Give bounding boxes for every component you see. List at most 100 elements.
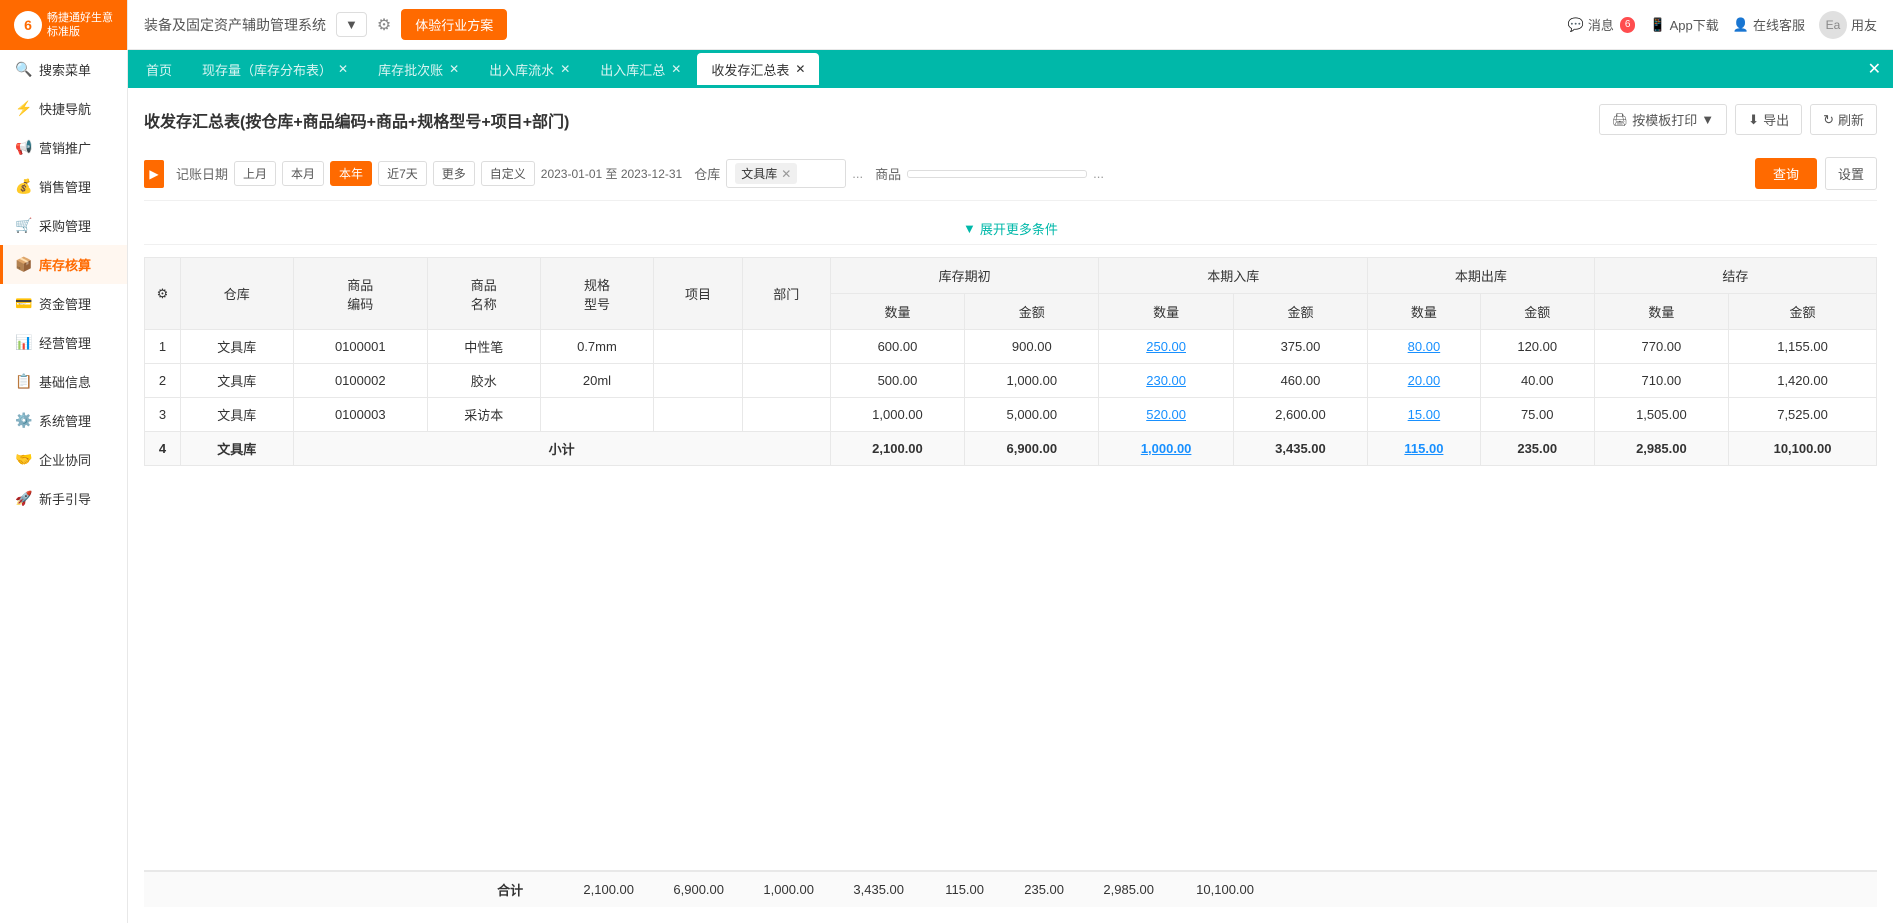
message-icon: 💬 (1568, 17, 1584, 33)
row-dept-0 (742, 330, 830, 364)
total-in-amt: 3,435.00 (824, 882, 904, 897)
row-warehouse-0: 文具库 (181, 330, 294, 364)
subtotal-no: 4 (145, 432, 181, 466)
app-download-action[interactable]: 📱 App下载 (1649, 15, 1718, 34)
in-qty-header: 数量 (1099, 294, 1233, 330)
sidebar-item-search[interactable]: 🔍搜索菜单 (0, 50, 127, 89)
row-dept-1 (742, 364, 830, 398)
tab-home[interactable]: 首页 (132, 53, 186, 85)
sidebar-item-system[interactable]: ⚙️系统管理 (0, 401, 127, 440)
message-action[interactable]: 💬 消息 6 (1568, 15, 1636, 34)
expand-more-btn[interactable]: ▼ 展开更多条件 (963, 219, 1058, 238)
main-area: 装备及固定资产辅助管理系统 ▼ ⚙ 体验行业方案 💬 消息 6 📱 App下载 … (128, 0, 1893, 923)
date-more[interactable]: 更多 (433, 161, 475, 186)
subtotal-close-amt: 10,100.00 (1729, 432, 1877, 466)
row-no-2: 3 (145, 398, 181, 432)
service-action[interactable]: 👤 在线客服 (1733, 15, 1805, 34)
row-in-amt-0: 375.00 (1233, 330, 1367, 364)
sidebar-item-enterprise[interactable]: 🤝企业协同 (0, 440, 127, 479)
operation-icon: 📊 (15, 334, 33, 351)
tab-bar-close[interactable]: ✕ (1860, 59, 1889, 79)
print-icon: 🖨 (1612, 112, 1629, 128)
row-dept-2 (742, 398, 830, 432)
tab-close-inout-flow[interactable]: ✕ (560, 62, 570, 76)
sidebar-item-label-search: 搜索菜单 (39, 60, 91, 79)
opening-amt-header: 金额 (965, 294, 1099, 330)
table-container: ⚙ 仓库 商品编码 商品名称 规格型号 项目 部门 库存期初 本期入库 本期出库… (144, 257, 1877, 858)
table-row: 2 文具库 0100002 胶水 20ml 500.00 1,000.00 23… (145, 364, 1877, 398)
sidebar-item-quick-nav[interactable]: ⚡快捷导航 (0, 89, 127, 128)
tab-batch[interactable]: 库存批次账✕ (364, 53, 473, 85)
system-icon: ⚙️ (15, 412, 33, 429)
table-settings-header[interactable]: ⚙ (145, 258, 181, 330)
warehouse-input[interactable]: 文具库 ✕ (726, 159, 846, 188)
out-amt-header: 金额 (1480, 294, 1594, 330)
date-custom[interactable]: 自定义 (481, 161, 535, 186)
tab-label-home: 首页 (146, 60, 172, 79)
date-7days[interactable]: 近7天 (378, 161, 427, 186)
query-button[interactable]: 查询 (1755, 158, 1817, 189)
tab-inout-flow[interactable]: 出入库流水✕ (475, 53, 584, 85)
goods-ellipsis[interactable]: ... (1093, 166, 1104, 181)
date-last-month[interactable]: 上月 (234, 161, 276, 186)
logo-text: 畅捷通好生意 标准版 (47, 11, 113, 40)
date-this-month[interactable]: 本月 (282, 161, 324, 186)
refresh-btn[interactable]: ↻ 刷新 (1810, 104, 1877, 135)
tab-inventory-dist[interactable]: 现存量（库存分布表）✕ (188, 53, 362, 85)
sidebar-item-finance[interactable]: 💳资金管理 (0, 284, 127, 323)
sidebar-item-base-info[interactable]: 📋基础信息 (0, 362, 127, 401)
table-goods-spec-header: 规格型号 (540, 258, 654, 330)
app-icon: 📱 (1649, 17, 1665, 33)
subtotal-open-amt: 6,900.00 (965, 432, 1099, 466)
marketing-icon: 📢 (15, 139, 33, 156)
goods-input[interactable] (907, 170, 1087, 178)
warehouse-label: 仓库 (694, 164, 720, 183)
tab-label-inout-summary: 出入库汇总 (600, 60, 665, 79)
tab-inout-summary[interactable]: 出入库汇总 ✕ (586, 53, 695, 85)
sidebar-item-label-purchase: 采购管理 (39, 216, 91, 235)
sidebar-item-operation[interactable]: 📊 经营管理 (0, 323, 127, 362)
sidebar-item-label-operation: 经营管理 (39, 333, 91, 352)
table-out-header: 本期出库 (1368, 258, 1595, 294)
system-dropdown[interactable]: ▼ (336, 12, 367, 37)
sidebar-item-guide[interactable]: 🚀新手引导 (0, 479, 127, 518)
tab-close-inventory-dist[interactable]: ✕ (338, 62, 348, 76)
logo-icon: 6 (14, 11, 42, 39)
print-btn[interactable]: 🖨 按模板打印 ▼ (1599, 104, 1727, 135)
row-open-qty-2: 1,000.00 (830, 398, 964, 432)
setting-button[interactable]: 设置 (1825, 157, 1877, 190)
expand-more-bar: ▼ 展开更多条件 (144, 213, 1877, 245)
gear-icon[interactable]: ⚙ (377, 15, 391, 35)
closing-amt-header: 金额 (1729, 294, 1877, 330)
chevron-down-icon: ▼ (1701, 112, 1714, 127)
row-open-amt-0: 900.00 (965, 330, 1099, 364)
tab-close-collection-summary[interactable]: ✕ (795, 62, 805, 76)
sidebar-item-purchase[interactable]: 🛒采购管理 (0, 206, 127, 245)
tab-bar: 首页现存量（库存分布表）✕库存批次账✕出入库流水✕出入库汇总✕收发存汇总表✕✕ (128, 50, 1893, 88)
row-close-qty-1: 710.00 (1594, 364, 1728, 398)
tab-close-inout-summary[interactable]: ✕ (671, 62, 681, 76)
user-action[interactable]: Ea 用友 (1819, 11, 1877, 39)
warehouse-ellipsis[interactable]: ... (852, 166, 863, 181)
trial-btn[interactable]: 体验行业方案 (401, 9, 507, 40)
tab-collection-summary[interactable]: 收发存汇总表✕ (697, 53, 819, 85)
row-spec-0: 0.7mm (540, 330, 654, 364)
sidebar-item-sales[interactable]: 💰销售管理 (0, 167, 127, 206)
sidebar-item-inventory[interactable]: 📦库存核算 (0, 245, 127, 284)
user-avatar: Ea (1819, 11, 1847, 39)
date-this-year[interactable]: 本年 (330, 161, 372, 186)
tab-close-batch[interactable]: ✕ (449, 62, 459, 76)
inventory-icon: 📦 (15, 256, 33, 273)
sidebar-item-marketing[interactable]: 📢营销推广 (0, 128, 127, 167)
row-open-amt-1: 1,000.00 (965, 364, 1099, 398)
export-btn[interactable]: ⬇ 导出 (1735, 104, 1802, 135)
row-in-amt-1: 460.00 (1233, 364, 1367, 398)
date-range: 2023-01-01 至 2023-12-31 (541, 165, 682, 182)
row-out-amt-1: 40.00 (1480, 364, 1594, 398)
filter-arrow[interactable]: ▶ (144, 160, 164, 188)
total-out-amt: 235.00 (994, 882, 1064, 897)
total-close-amt: 10,100.00 (1164, 882, 1254, 897)
warehouse-tag-close[interactable]: ✕ (781, 167, 791, 181)
row-name-2: 采访本 (427, 398, 540, 432)
opening-qty-header: 数量 (830, 294, 964, 330)
